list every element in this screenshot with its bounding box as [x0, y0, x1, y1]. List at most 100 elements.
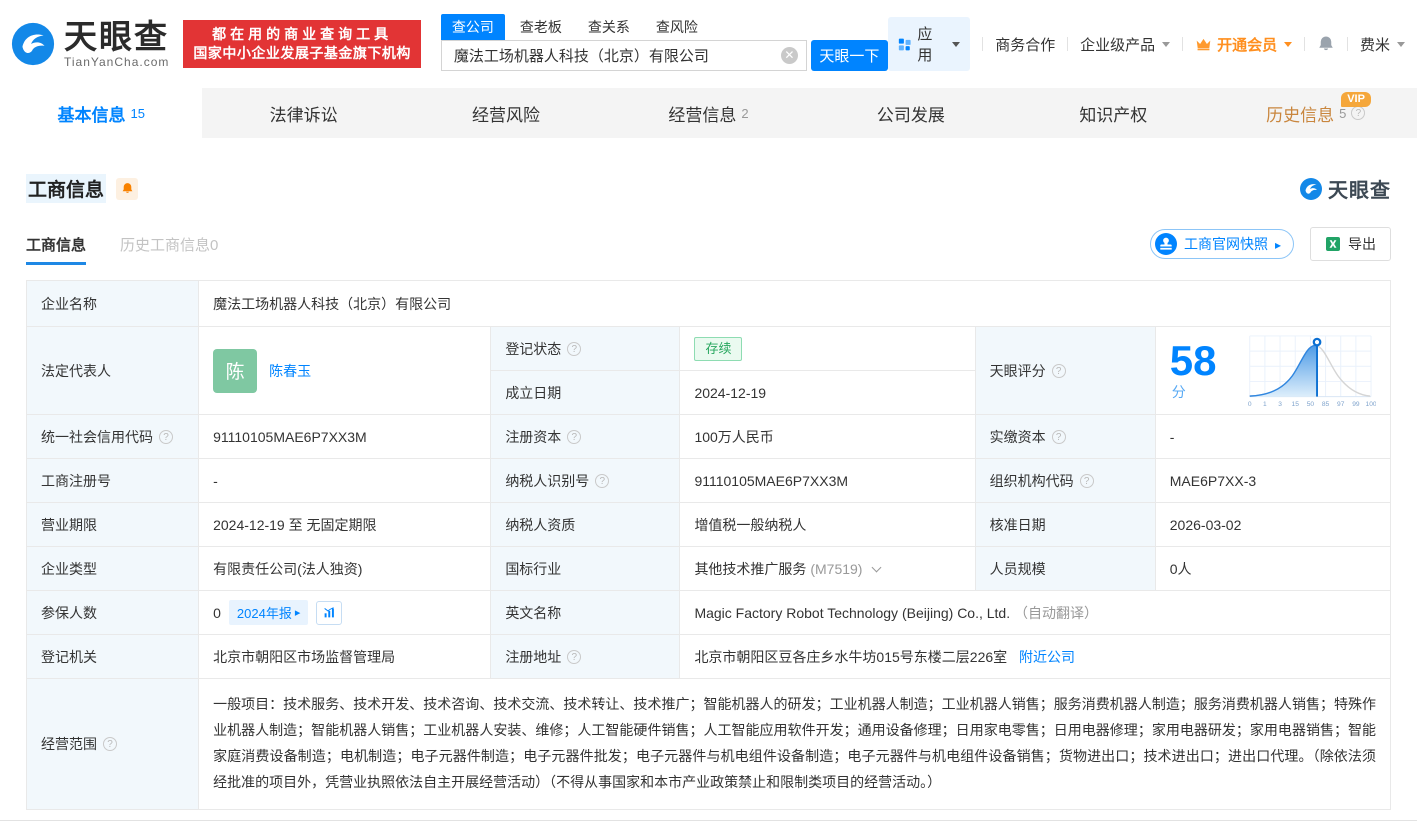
tab-operating-risk[interactable]: 经营风险 [405, 88, 607, 138]
subscribe-bell-icon[interactable] [116, 177, 139, 200]
clear-input-icon[interactable]: ✕ [780, 47, 798, 64]
tyc-score-label: 天眼评分 [974, 326, 1156, 415]
question-icon[interactable] [1351, 106, 1366, 120]
stamp-icon [1154, 233, 1177, 255]
svg-text:100: 100 [1366, 401, 1376, 408]
table-row: 经营范围 一般项目：技术服务、技术开发、技术咨询、技术交流、技术转让、技术推广；… [25, 678, 1391, 810]
search-input[interactable] [440, 40, 807, 71]
vip-badge: VIP [1341, 92, 1371, 107]
reg-number-label: 工商注册号 [25, 458, 200, 503]
tyc-score-cell: 58分 0 1 3 15 50 85 97 99 100 [1154, 326, 1392, 415]
crown-icon [1196, 38, 1211, 51]
question-icon[interactable] [567, 649, 582, 664]
legal-rep-link[interactable]: 陈春玉 [269, 361, 311, 381]
tab-business-info[interactable]: 经营信息 2 [607, 88, 809, 138]
insured-count-value: 0 [213, 604, 221, 621]
svg-text:50: 50 [1307, 401, 1315, 408]
score-marker [1312, 337, 1322, 346]
section-title: 工商信息 [26, 174, 107, 203]
enterprise-products-menu[interactable]: 企业级产品 [1080, 34, 1171, 55]
question-icon[interactable] [567, 429, 582, 444]
bar-chart-icon [324, 607, 334, 618]
business-scope-label: 经营范围 [25, 678, 200, 810]
official-snapshot-button[interactable]: 工商官网快照 [1149, 229, 1294, 259]
question-icon[interactable] [595, 473, 610, 488]
question-icon[interactable] [103, 736, 117, 751]
industry-code: (M7519) [810, 560, 863, 577]
insured-trend-button[interactable] [316, 600, 343, 625]
tab-history-info[interactable]: VIP 历史信息 5 [1215, 88, 1417, 138]
question-icon[interactable] [1051, 429, 1066, 444]
avatar[interactable]: 陈 [213, 348, 258, 393]
reg-number-value: - [198, 458, 492, 503]
reg-capital-label: 注册资本 [490, 414, 681, 459]
english-name-label: 英文名称 [490, 590, 681, 635]
search-button[interactable]: 天眼一下 [810, 40, 888, 71]
tab-intellectual-property[interactable]: 知识产权 [1012, 88, 1214, 138]
industry-label: 国标行业 [490, 546, 681, 591]
app-grid-icon [898, 38, 911, 50]
top-header: 天眼查 TianYanCha.com 都在用的商业查询工具 国家中小企业发展子基… [0, 0, 1417, 88]
tianyancha-logo[interactable]: 天眼查 TianYanCha.com [10, 20, 169, 69]
subtab-history-registration[interactable]: 历史工商信息0 [120, 234, 218, 265]
svg-text:1: 1 [1263, 401, 1267, 408]
apps-menu[interactable]: 应用 [887, 17, 971, 71]
reg-address-label: 注册地址 [490, 634, 681, 679]
search-tab-relations[interactable]: 查关系 [577, 14, 641, 40]
insured-count-cell: 0 2024年报 [198, 590, 492, 635]
score-value: 58 [1169, 336, 1217, 384]
question-icon[interactable] [1051, 363, 1066, 378]
search-tab-boss[interactable]: 查老板 [509, 14, 573, 40]
question-icon[interactable] [567, 341, 582, 356]
top-menu: 应用 商务合作 企业级产品 开通会员 费米 [887, 17, 1406, 71]
credit-code-label: 统一社会信用代码 [25, 414, 200, 459]
tianyancha-watermark: 天眼查 [1299, 174, 1391, 203]
tab-legal-litigation[interactable]: 法律诉讼 [202, 88, 404, 138]
tab-company-development[interactable]: 公司发展 [810, 88, 1012, 138]
approval-date-value: 2026-03-02 [1154, 502, 1392, 547]
legal-rep-cell: 陈 陈春玉 [198, 326, 492, 415]
search-tab-risk[interactable]: 查风险 [645, 14, 709, 40]
annual-report-badge[interactable]: 2024年报 [228, 600, 309, 625]
reg-status-label: 登记状态 [490, 326, 681, 371]
svg-text:0: 0 [1248, 401, 1252, 408]
table-row: 工商注册号 - 纳税人识别号 91110105MAE6P7XX3M 组织机构代码… [25, 458, 1392, 503]
tab-basic-info[interactable]: 基本信息 15 [0, 88, 203, 138]
score-unit: 分 [1171, 383, 1186, 400]
company-name-label: 企业名称 [25, 280, 200, 327]
reg-authority-label: 登记机关 [25, 634, 200, 679]
notifications-bell[interactable] [1317, 35, 1335, 53]
paid-capital-value: - [1154, 414, 1392, 459]
page-bottom-divider [0, 820, 1417, 821]
search-block: 查公司 查老板 查关系 查风险 ✕ 天眼一下 [440, 0, 888, 71]
svg-text:85: 85 [1322, 401, 1330, 408]
business-term-label: 营业期限 [25, 502, 200, 547]
nearby-companies-link[interactable]: 附近公司 [1019, 649, 1075, 665]
insured-count-label: 参保人数 [25, 590, 200, 635]
company-type-label: 企业类型 [25, 546, 200, 591]
user-menu[interactable]: 费米 [1360, 34, 1406, 55]
table-row: 企业名称 魔法工场机器人科技（北京）有限公司 [25, 280, 1391, 327]
svg-text:3: 3 [1278, 401, 1282, 408]
subtab-business-registration[interactable]: 工商信息 [26, 234, 87, 265]
taxpayer-id-value: 91110105MAE6P7XX3M [679, 458, 976, 503]
business-registration-table: 企业名称 魔法工场机器人科技（北京）有限公司 法定代表人 陈 陈春玉 登记状态 … [25, 280, 1392, 810]
auto-translate-note: （自动翻译） [1014, 604, 1098, 621]
table-row: 登记机关 北京市朝阳区市场监督管理局 注册地址 北京市朝阳区豆各庄乡水牛坊015… [25, 634, 1391, 679]
tianyancha-watermark-icon [1300, 177, 1322, 200]
search-tabs: 查公司 查老板 查关系 查风险 [440, 14, 888, 40]
vip-upgrade-link[interactable]: 开通会员 [1195, 34, 1293, 55]
chevron-down-icon[interactable] [871, 562, 882, 572]
question-icon[interactable] [1079, 473, 1094, 488]
table-row: 营业期限 2024-12-19 至 无固定期限 纳税人资质 增值税一般纳税人 核… [25, 502, 1392, 547]
export-button[interactable]: 导出 [1310, 227, 1391, 261]
excel-icon [1326, 237, 1340, 251]
business-cooperation-link[interactable]: 商务合作 [995, 34, 1055, 55]
score-distribution-chart[interactable]: 0 1 3 15 50 85 97 99 100 [1245, 330, 1376, 412]
search-tab-company[interactable]: 查公司 [440, 14, 505, 40]
reg-status-value: 存续 [679, 326, 976, 371]
question-icon[interactable] [159, 429, 173, 444]
taxpayer-quality-label: 纳税人资质 [490, 502, 681, 547]
paid-capital-label: 实缴资本 [974, 414, 1156, 459]
svg-text:97: 97 [1337, 401, 1345, 408]
